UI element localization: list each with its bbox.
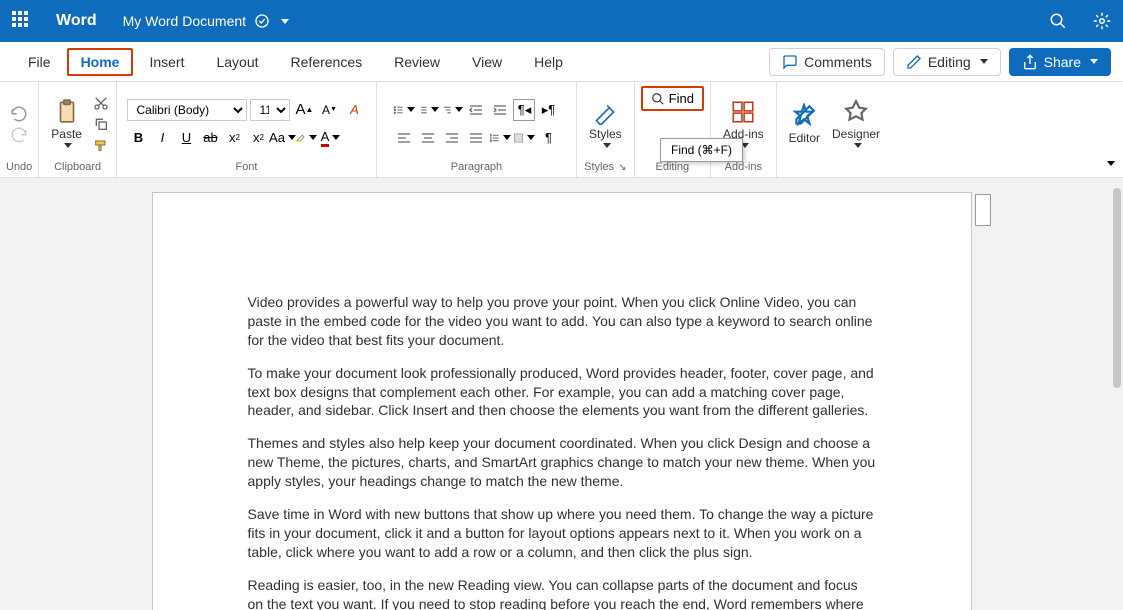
chevron-down-icon [854,143,862,148]
app-launcher-icon[interactable] [12,11,32,31]
group-editing: Find Editing [635,82,711,177]
clipboard-icon [54,99,80,125]
tab-review[interactable]: Review [378,46,456,78]
collapse-ribbon-button[interactable] [1104,155,1115,173]
multilevel-list-button[interactable] [441,99,463,121]
superscript-button[interactable]: x2 [247,127,269,149]
vertical-scrollbar[interactable] [1109,178,1123,610]
share-button[interactable]: Share [1009,48,1111,76]
comments-button[interactable]: Comments [769,48,885,76]
format-painter-button[interactable] [92,136,110,154]
bold-button[interactable]: B [127,127,149,149]
group-font: Calibri (Body) 11 A▲ A▼ A B I U ab x2 x2… [117,82,377,177]
titlebar: Word My Word Document [0,0,1123,42]
bullets-button[interactable] [393,99,415,121]
addins-icon [730,99,756,125]
font-size-select[interactable]: 11 [250,99,290,121]
saved-icon [254,13,270,29]
numbering-button[interactable] [417,99,439,121]
group-addins: Add-ins Add-ins [711,82,777,177]
change-case-button[interactable]: A [343,99,365,121]
paste-button[interactable]: Paste [45,97,88,150]
group-styles: Styles Styles↘ [577,82,635,177]
tabbar: File Home Insert Layout References Revie… [0,42,1123,82]
share-icon [1022,54,1038,70]
paragraph[interactable]: Themes and styles also help keep your do… [248,434,876,491]
document-title[interactable]: My Word Document [123,13,289,29]
shading-button[interactable] [513,127,535,149]
increase-font-button[interactable]: A▲ [293,99,315,121]
align-left-button[interactable] [393,127,415,149]
pencil-icon [906,54,922,70]
decrease-font-button[interactable]: A▼ [318,99,340,121]
paragraph[interactable]: Save time in Word with new buttons that … [248,505,876,562]
group-undo: Undo [0,82,39,177]
strikethrough-button[interactable]: ab [199,127,221,149]
search-icon[interactable] [1049,12,1067,30]
chevron-down-icon [980,59,988,64]
line-spacing-button[interactable] [489,127,511,149]
redo-button[interactable] [10,125,28,143]
editor-button[interactable]: Editor [783,101,826,147]
chevron-down-icon [64,143,72,148]
styles-icon [592,99,618,125]
side-tab[interactable] [975,194,991,226]
chevron-down-icon [603,143,611,148]
comment-icon [782,54,798,70]
paragraph[interactable]: Video provides a powerful way to help yo… [248,293,876,350]
italic-button[interactable]: I [151,127,173,149]
paragraph[interactable]: Reading is easier, too, in the new Readi… [248,576,876,610]
highlight-button[interactable] [295,127,317,149]
gear-icon[interactable] [1093,12,1111,30]
align-right-button[interactable] [441,127,463,149]
find-tooltip: Find (⌘+F) [660,138,743,162]
styles-button[interactable]: Styles [583,97,628,150]
editor-icon [791,103,817,129]
tab-file[interactable]: File [12,46,67,78]
font-color-button[interactable]: A [319,127,341,149]
search-icon [651,92,665,106]
cut-button[interactable] [92,94,110,112]
tab-help[interactable]: Help [518,46,579,78]
underline-button[interactable]: U [175,127,197,149]
editing-mode-button[interactable]: Editing [893,48,1001,76]
text-effects-button[interactable]: Aa [271,127,293,149]
ltr-button[interactable]: ¶◂ [513,99,535,121]
subscript-button[interactable]: x2 [223,127,245,149]
designer-icon [843,99,869,125]
align-center-button[interactable] [417,127,439,149]
show-marks-button[interactable]: ¶ [537,127,559,149]
undo-button[interactable] [10,104,28,122]
chevron-down-icon [281,19,289,24]
decrease-indent-button[interactable] [465,99,487,121]
group-paragraph: ¶◂ ▸¶ ¶ Paragraph [377,82,577,177]
find-button[interactable]: Find [641,86,704,111]
justify-button[interactable] [465,127,487,149]
tab-home[interactable]: Home [67,48,134,76]
tab-references[interactable]: References [275,46,379,78]
group-editor: Editor Designer [777,82,892,177]
ribbon: Undo Paste Clipboard Calibri (Body) 11 A… [0,82,1123,178]
font-name-select[interactable]: Calibri (Body) [127,99,247,121]
scroll-thumb[interactable] [1113,188,1121,388]
rtl-button[interactable]: ▸¶ [537,99,559,121]
copy-button[interactable] [92,115,110,133]
group-clipboard: Paste Clipboard [39,82,117,177]
increase-indent-button[interactable] [489,99,511,121]
designer-button[interactable]: Designer [826,97,886,150]
tab-view[interactable]: View [456,46,518,78]
app-name: Word [56,12,97,30]
tab-insert[interactable]: Insert [133,46,200,78]
tab-layout[interactable]: Layout [200,46,274,78]
chevron-down-icon [1090,59,1098,64]
document-page[interactable]: Video provides a powerful way to help yo… [152,192,972,610]
styles-dialog-launcher[interactable]: ↘ [618,162,626,173]
paragraph[interactable]: To make your document look professionall… [248,364,876,421]
workspace: Video provides a powerful way to help yo… [0,178,1123,610]
